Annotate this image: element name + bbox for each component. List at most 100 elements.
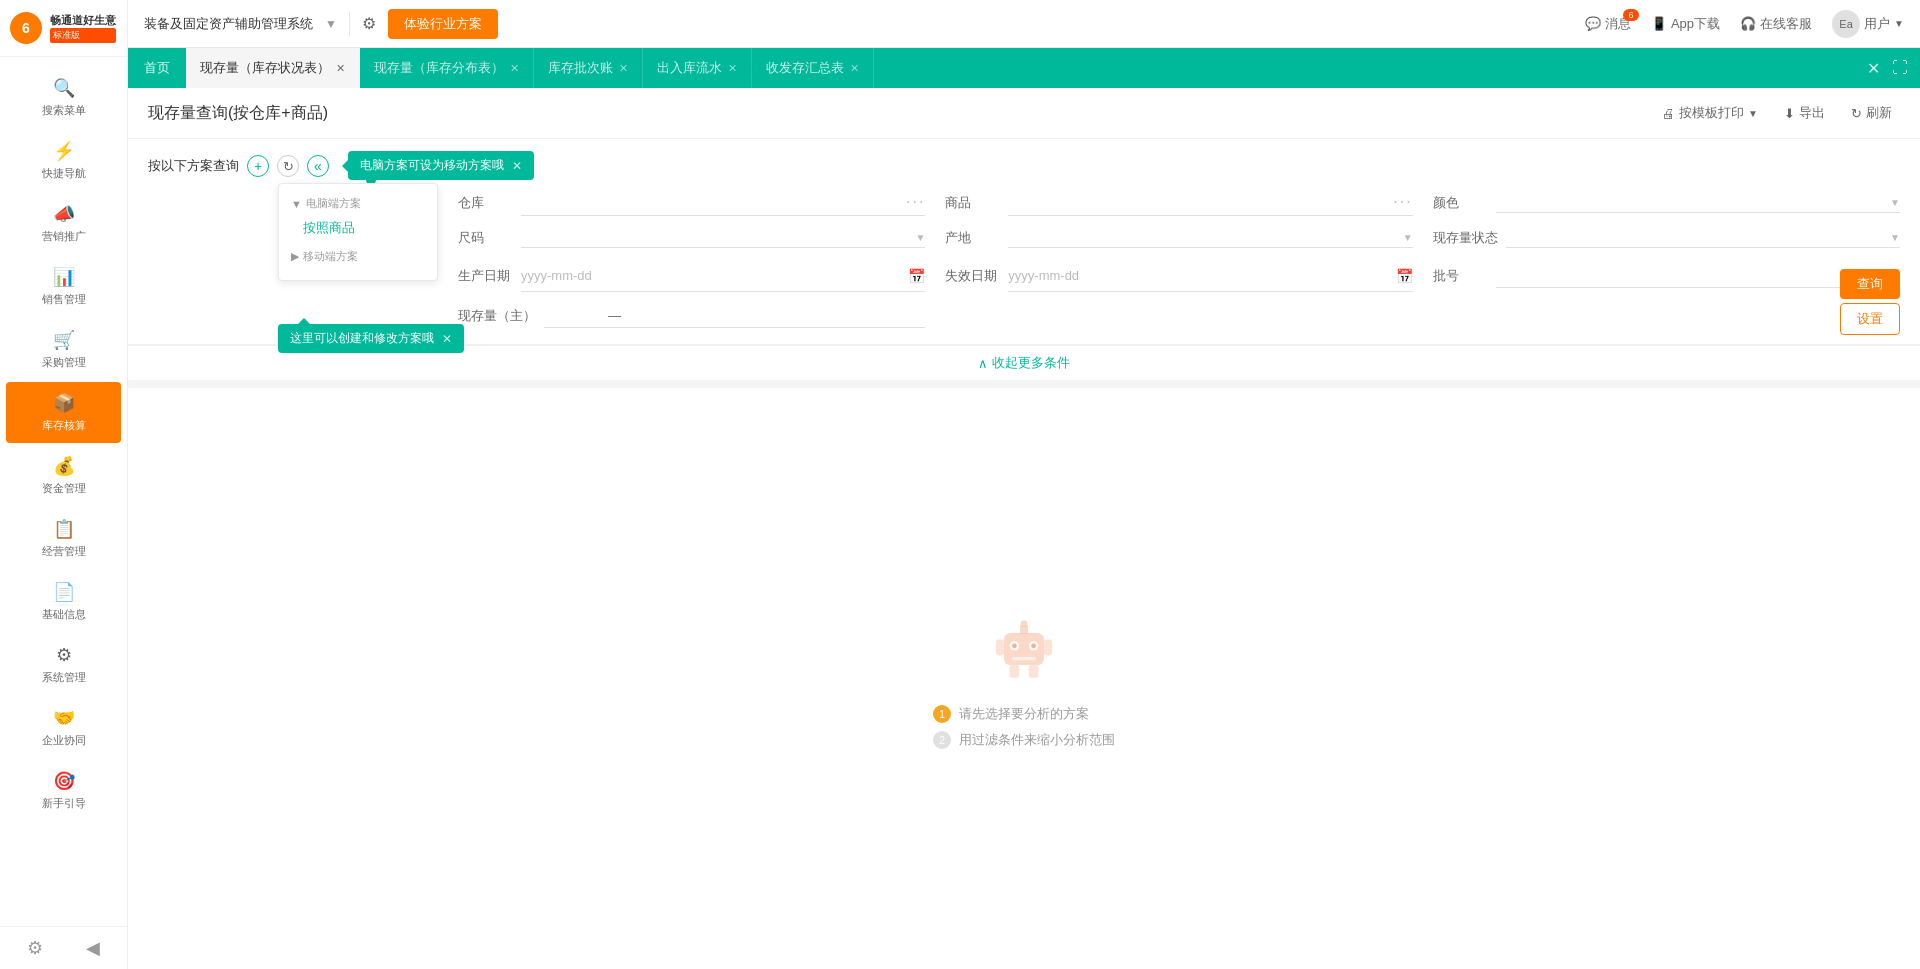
empty-state: 1 请先选择要分析的方案 2 用过滤条件来缩小分析范围 <box>128 388 1920 969</box>
desktop-arrow-icon: ▼ <box>291 198 302 210</box>
export-icon: ⬇ <box>1784 106 1795 121</box>
tab-close-batch-account[interactable]: ✕ <box>619 62 628 75</box>
goods-dots[interactable]: ··· <box>1393 193 1412 211</box>
sidebar-item-quick-nav[interactable]: ⚡ 快捷导航 <box>6 130 121 191</box>
empty-step-1: 1 请先选择要分析的方案 <box>933 705 1115 723</box>
empty-illustration <box>984 609 1064 689</box>
dropdown-arrow[interactable]: ▼ <box>325 17 337 31</box>
svg-rect-9 <box>1044 639 1052 655</box>
avatar: Ea <box>1832 10 1860 38</box>
expire-date-input[interactable] <box>1008 264 1391 287</box>
search-menu-icon: 🔍 <box>53 77 75 99</box>
empty-step-2: 2 用过滤条件来缩小分析范围 <box>933 731 1115 749</box>
set-button[interactable]: 设置 <box>1840 303 1900 335</box>
scheme-group-desktop-title[interactable]: ▼ 电脑端方案 <box>291 196 425 211</box>
query-button[interactable]: 查询 <box>1840 269 1900 299</box>
size-select[interactable]: ▼ <box>521 228 925 248</box>
sidebar-item-marketing[interactable]: 📣 营销推广 <box>6 193 121 254</box>
scheme-item-default[interactable]: 按照商品 <box>291 215 425 241</box>
filter-left-btn[interactable]: « <box>307 155 329 177</box>
stock-qty-min-input[interactable] <box>544 308 604 323</box>
app-download-btn[interactable]: 📱 App下载 <box>1651 15 1720 33</box>
svg-rect-8 <box>996 639 1004 655</box>
step-num-2: 2 <box>933 731 951 749</box>
goods-select[interactable]: ··· <box>1008 189 1412 216</box>
system-icon: ⚙ <box>56 644 72 666</box>
support-btn[interactable]: 🎧 在线客服 <box>1740 15 1812 33</box>
color-select[interactable]: ▼ <box>1496 193 1900 213</box>
content-area: 现存量查询(按仓库+商品) 🖨 按模板打印 ▼ ⬇ 导出 ↻ 刷新 <box>128 88 1920 969</box>
marketing-icon: 📣 <box>53 203 75 225</box>
size-arrow-icon: ▼ <box>915 232 925 243</box>
settings-icon[interactable]: ⚙ <box>362 14 376 33</box>
tab-bar: 首页 现存量（库存状况表） ✕ 现存量（库存分布表） ✕ 库存批次账 ✕ 出入库… <box>128 48 1920 88</box>
sidebar-settings-btn[interactable]: ⚙ <box>27 937 43 959</box>
sidebar-collapse-btn[interactable]: ◀ <box>86 937 100 959</box>
basic-icon: 📄 <box>53 581 75 603</box>
tab-close-all-btn[interactable]: ✕ <box>1863 59 1884 78</box>
headset-icon: 🎧 <box>1740 16 1756 31</box>
range-dash: — <box>608 308 621 323</box>
produce-date-input[interactable] <box>521 264 904 287</box>
svg-point-7 <box>1021 620 1027 626</box>
edit-tooltip-close[interactable]: ✕ <box>442 332 452 346</box>
scheme-tooltip-close[interactable]: ✕ <box>512 159 522 173</box>
warehouse-dots[interactable]: ··· <box>906 193 925 211</box>
scheme-group-mobile-title[interactable]: ▶ 移动端方案 <box>291 249 425 264</box>
print-template-btn[interactable]: 🖨 按模板打印 ▼ <box>1654 100 1766 126</box>
tab-close-inventory-status[interactable]: ✕ <box>336 62 345 75</box>
tab-inventory-status[interactable]: 现存量（库存状况表） ✕ <box>186 48 360 88</box>
filter-add-btn[interactable]: + <box>247 155 269 177</box>
tab-close-inventory-dist[interactable]: ✕ <box>510 62 519 75</box>
tab-bar-end: ✕ ⛶ <box>1863 59 1920 78</box>
user-dropdown-icon: ▼ <box>1894 18 1904 29</box>
filter-row-3: 生产日期 📅 失效日期 📅 批号 <box>458 260 1900 292</box>
tab-batch-account[interactable]: 库存批次账 ✕ <box>534 48 643 88</box>
sidebar-item-system[interactable]: ⚙ 系统管理 <box>6 634 121 695</box>
expire-date-calendar-icon[interactable]: 📅 <box>1396 268 1413 284</box>
tab-expand-btn[interactable]: ⛶ <box>1888 59 1912 77</box>
message-btn[interactable]: 💬 消息 6 <box>1585 15 1631 33</box>
svg-rect-0 <box>1004 633 1044 665</box>
sidebar-item-search-menu[interactable]: 🔍 搜索菜单 <box>6 67 121 128</box>
edit-scheme-tooltip: 这里可以创建和修改方案哦 ✕ <box>278 324 464 353</box>
tab-collect-summary[interactable]: 收发存汇总表 ✕ <box>752 48 874 88</box>
sidebar-item-guide[interactable]: 🎯 新手引导 <box>6 760 121 821</box>
svg-rect-5 <box>1012 657 1036 660</box>
filter-color: 颜色 ▼ <box>1433 189 1900 216</box>
page-header: 现存量查询(按仓库+商品) 🖨 按模板打印 ▼ ⬇ 导出 ↻ 刷新 <box>128 88 1920 139</box>
quick-nav-icon: ⚡ <box>53 140 75 162</box>
produce-date-calendar-icon[interactable]: 📅 <box>908 268 925 284</box>
sidebar: 6 畅通道好生意 标准版 🔍 搜索菜单 ⚡ 快捷导航 📣 营销推广 📊 销售管理… <box>0 0 128 969</box>
user-area[interactable]: Ea 用户 ▼ <box>1832 10 1904 38</box>
expire-date-input-wrap: 📅 <box>1008 260 1412 292</box>
tab-in-out-flow[interactable]: 出入库流水 ✕ <box>643 48 752 88</box>
scheme-tooltip: 电脑方案可设为移动方案哦 ✕ <box>348 151 534 180</box>
fixed-action-buttons: 查询 设置 <box>1840 269 1900 335</box>
collapse-label: 收起更多条件 <box>992 354 1070 372</box>
stock-status-select[interactable]: ▼ <box>1506 228 1900 248</box>
sidebar-item-sales[interactable]: 📊 销售管理 <box>6 256 121 317</box>
tab-close-in-out-flow[interactable]: ✕ <box>728 62 737 75</box>
tab-inventory-dist[interactable]: 现存量（库存分布表） ✕ <box>360 48 534 88</box>
filter-batch-no: 批号 <box>1433 260 1900 292</box>
stock-qty-max-input[interactable] <box>625 308 685 323</box>
sidebar-item-enterprise[interactable]: 🤝 企业协同 <box>6 697 121 758</box>
sidebar-item-basic[interactable]: 📄 基础信息 <box>6 571 121 632</box>
sidebar-item-purchase[interactable]: 🛒 采购管理 <box>6 319 121 380</box>
filter-panel: 按以下方案查询 + ↻ « 电脑方案可设为移动方案哦 ✕ ▼ 电脑端方案 <box>128 139 1920 345</box>
tab-home[interactable]: 首页 <box>128 48 186 88</box>
sidebar-item-management[interactable]: 📋 经营管理 <box>6 508 121 569</box>
tab-close-collect-summary[interactable]: ✕ <box>850 62 859 75</box>
sidebar-item-finance[interactable]: 💰 资金管理 <box>6 445 121 506</box>
refresh-btn[interactable]: ↻ 刷新 <box>1843 100 1900 126</box>
filter-fields: 仓库 ··· 商品 ··· 颜色 <box>458 189 1900 328</box>
color-arrow-icon: ▼ <box>1890 197 1900 208</box>
warehouse-select[interactable]: ··· <box>521 189 925 216</box>
experience-button[interactable]: 体验行业方案 <box>388 9 498 39</box>
top-header: 装备及固定资产辅助管理系统 ▼ ⚙ 体验行业方案 💬 消息 6 📱 App下载 … <box>128 0 1920 48</box>
sidebar-item-inventory[interactable]: 📦 库存核算 <box>6 382 121 443</box>
filter-refresh-btn[interactable]: ↻ <box>277 155 299 177</box>
origin-select[interactable]: ▼ <box>1008 228 1412 248</box>
export-btn[interactable]: ⬇ 导出 <box>1776 100 1833 126</box>
